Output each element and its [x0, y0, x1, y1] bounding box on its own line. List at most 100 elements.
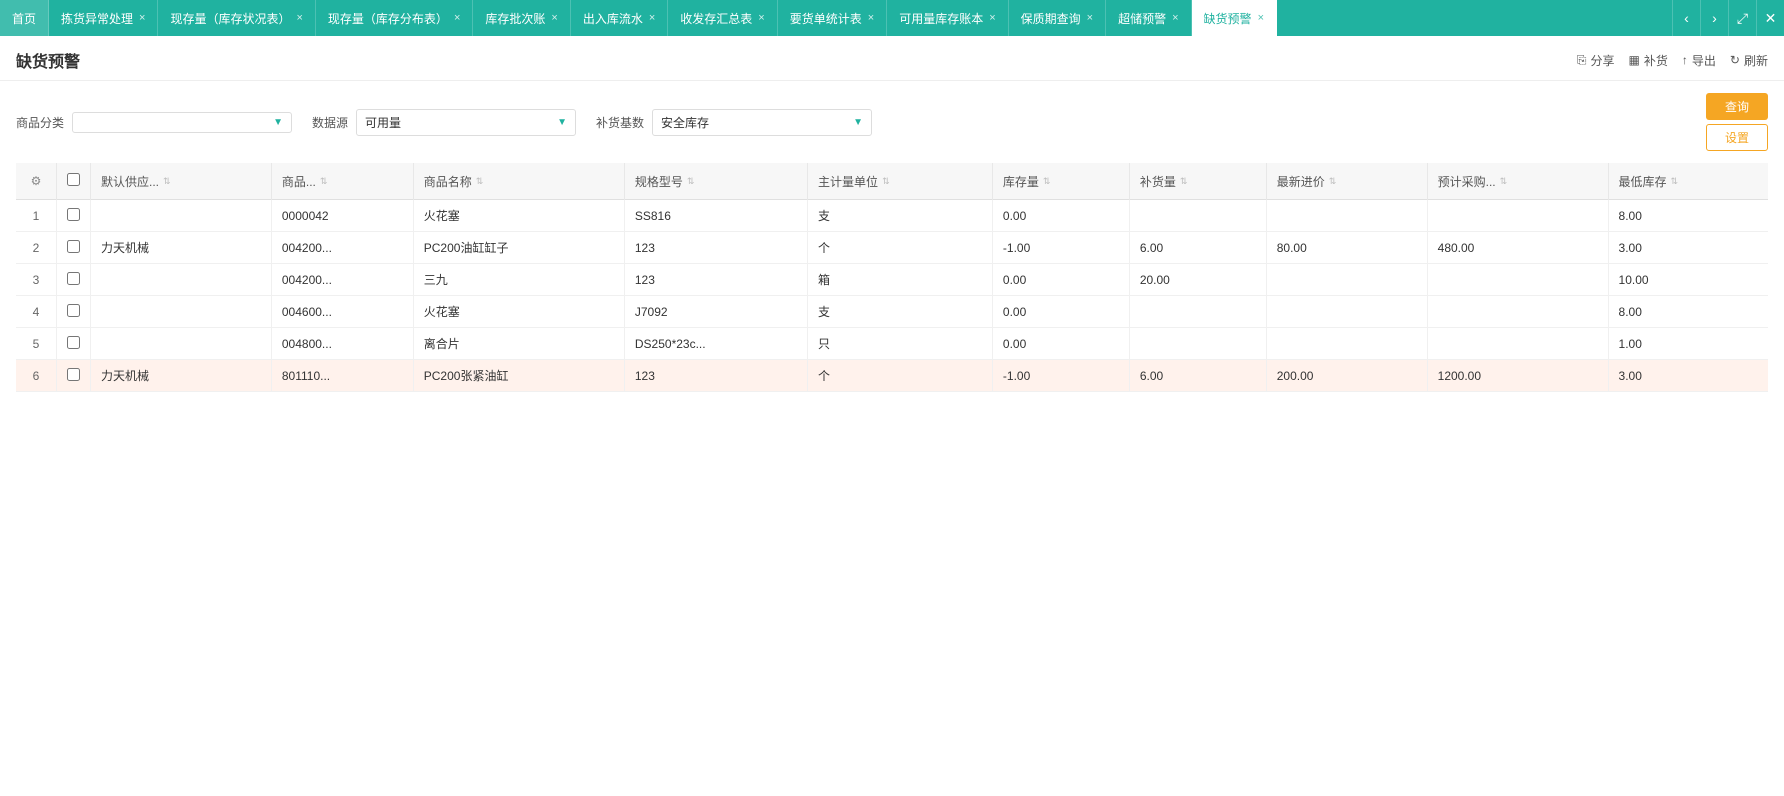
row-stock: -1.00 [992, 232, 1129, 264]
refresh-button[interactable]: ↻ 刷新 [1730, 52, 1768, 69]
page-title: 缺货预警 [16, 48, 80, 72]
row-latest-price [1266, 200, 1427, 232]
row-estimated-purchase [1427, 328, 1608, 360]
tab-inventory-dist[interactable]: 现存量（库存分布表） × [316, 0, 473, 36]
category-select[interactable]: ▼ [72, 112, 292, 133]
row-estimated-purchase: 480.00 [1427, 232, 1608, 264]
row-latest-price: 200.00 [1266, 360, 1427, 392]
th-product-name[interactable]: 商品名称 ⇅ [413, 163, 624, 200]
tab-close-available-stock[interactable]: × [989, 12, 995, 24]
row-default-supplier [91, 296, 272, 328]
tab-close-inout-flow[interactable]: × [649, 12, 655, 24]
row-checkbox[interactable] [67, 208, 80, 221]
datasource-label: 数据源 [312, 114, 348, 131]
filter-bar: 商品分类 ▼ 数据源 可用量 ▼ 补货基数 安全库存 ▼ 查询 设置 [0, 81, 1784, 163]
category-select-arrow: ▼ [273, 117, 283, 128]
row-stock: -1.00 [992, 360, 1129, 392]
row-spec: 123 [624, 264, 807, 296]
replenish-base-filter-group: 补货基数 安全库存 ▼ [596, 109, 872, 136]
tab-close-expiry-query[interactable]: × [1087, 12, 1093, 24]
tab-close-overstock[interactable]: × [1172, 12, 1178, 24]
row-default-supplier: 力天机械 [91, 232, 272, 264]
tab-expiry-query[interactable]: 保质期查询 × [1009, 0, 1106, 36]
tab-available-stock[interactable]: 可用量库存账本 × [887, 0, 1008, 36]
tab-maximize[interactable]: ⤢ [1728, 0, 1756, 36]
tab-close-order-stats[interactable]: × [868, 12, 874, 24]
export-icon: ↑ [1682, 53, 1688, 67]
row-num: 3 [16, 264, 57, 296]
table-container: ⚙ 默认供应... ⇅ 商品... ⇅ [0, 163, 1784, 392]
row-product-name: 离合片 [413, 328, 624, 360]
tab-close-shortage[interactable]: × [1258, 12, 1264, 24]
tab-overstock[interactable]: 超储预警 × [1106, 0, 1191, 36]
export-button[interactable]: ↑ 导出 [1682, 52, 1716, 69]
row-checkbox[interactable] [67, 304, 80, 317]
select-all-checkbox[interactable] [67, 173, 80, 186]
tab-collection[interactable]: 收发存汇总表 × [668, 0, 777, 36]
sort-latest-price-icon: ⇅ [1329, 176, 1337, 187]
row-checkbox[interactable] [67, 240, 80, 253]
tab-close-inventory-dist[interactable]: × [454, 12, 460, 24]
tab-picking[interactable]: 拣货异常处理 × [49, 0, 158, 36]
row-product-code: 0000042 [271, 200, 413, 232]
tab-close-collection[interactable]: × [758, 12, 764, 24]
table-row: 1 0000042 火花塞 SS816 支 0.00 8.00 [16, 200, 1768, 232]
row-checkbox[interactable] [67, 336, 80, 349]
replenish-base-select[interactable]: 安全库存 ▼ [652, 109, 872, 136]
row-default-supplier [91, 264, 272, 296]
th-default-supplier[interactable]: 默认供应... ⇅ [91, 163, 272, 200]
row-min-stock: 1.00 [1608, 328, 1768, 360]
tab-close-window[interactable]: ✕ [1756, 0, 1784, 36]
table-header-row: ⚙ 默认供应... ⇅ 商品... ⇅ [16, 163, 1768, 200]
th-unit[interactable]: 主计量单位 ⇅ [808, 163, 993, 200]
settings-button[interactable]: 设置 [1706, 124, 1768, 151]
tab-close-picking[interactable]: × [139, 12, 145, 24]
replenish-base-select-value: 安全库存 [661, 114, 709, 131]
tab-home[interactable]: 首页 [0, 0, 49, 36]
table-row: 2 力天机械 004200... PC200油缸缸子 123 个 -1.00 6… [16, 232, 1768, 264]
tab-scroll-left[interactable]: ‹ [1672, 0, 1700, 36]
row-replenish-qty [1129, 296, 1266, 328]
tab-scroll-right[interactable]: › [1700, 0, 1728, 36]
tab-batch-account[interactable]: 库存批次账 × [473, 0, 570, 36]
tab-close-inventory-status[interactable]: × [296, 12, 302, 24]
row-checkbox[interactable] [67, 272, 80, 285]
row-default-supplier [91, 200, 272, 232]
datasource-select[interactable]: 可用量 ▼ [356, 109, 576, 136]
row-stock: 0.00 [992, 328, 1129, 360]
row-product-code: 801110... [271, 360, 413, 392]
tab-inventory-status[interactable]: 现存量（库存状况表） × [158, 0, 315, 36]
table-row: 5 004800... 离合片 DS250*23c... 只 0.00 1.00 [16, 328, 1768, 360]
row-checkbox-cell [57, 360, 91, 392]
th-spec[interactable]: 规格型号 ⇅ [624, 163, 807, 200]
row-checkbox[interactable] [67, 368, 80, 381]
th-product-code[interactable]: 商品... ⇅ [271, 163, 413, 200]
tab-inout-flow[interactable]: 出入库流水 × [571, 0, 668, 36]
tab-order-stats[interactable]: 要货单统计表 × [778, 0, 887, 36]
query-button[interactable]: 查询 [1706, 93, 1768, 120]
th-estimated-purchase[interactable]: 预计采购... ⇅ [1427, 163, 1608, 200]
table-row: 3 004200... 三九 123 箱 0.00 20.00 10.00 [16, 264, 1768, 296]
tab-nav-buttons: ‹ › ⤢ ✕ [1672, 0, 1784, 36]
th-replenish-qty[interactable]: 补货量 ⇅ [1129, 163, 1266, 200]
tab-close-batch-account[interactable]: × [551, 12, 557, 24]
row-num: 1 [16, 200, 57, 232]
row-estimated-purchase [1427, 264, 1608, 296]
share-button[interactable]: ⎘ 分享 [1577, 52, 1615, 69]
row-unit: 个 [808, 232, 993, 264]
th-latest-price[interactable]: 最新进价 ⇅ [1266, 163, 1427, 200]
row-num: 4 [16, 296, 57, 328]
row-latest-price [1266, 296, 1427, 328]
sort-product-code-icon: ⇅ [320, 176, 328, 187]
row-spec: DS250*23c... [624, 328, 807, 360]
column-settings-icon[interactable]: ⚙ [26, 171, 46, 191]
tab-shortage[interactable]: 缺货预警 × [1192, 0, 1277, 36]
row-min-stock: 3.00 [1608, 232, 1768, 264]
th-min-stock[interactable]: 最低库存 ⇅ [1608, 163, 1768, 200]
row-unit: 个 [808, 360, 993, 392]
replenish-button[interactable]: ▦ 补货 [1629, 52, 1668, 69]
replenish-icon: ▦ [1629, 53, 1640, 67]
row-min-stock: 10.00 [1608, 264, 1768, 296]
th-stock[interactable]: 库存量 ⇅ [992, 163, 1129, 200]
datasource-select-value: 可用量 [365, 114, 401, 131]
